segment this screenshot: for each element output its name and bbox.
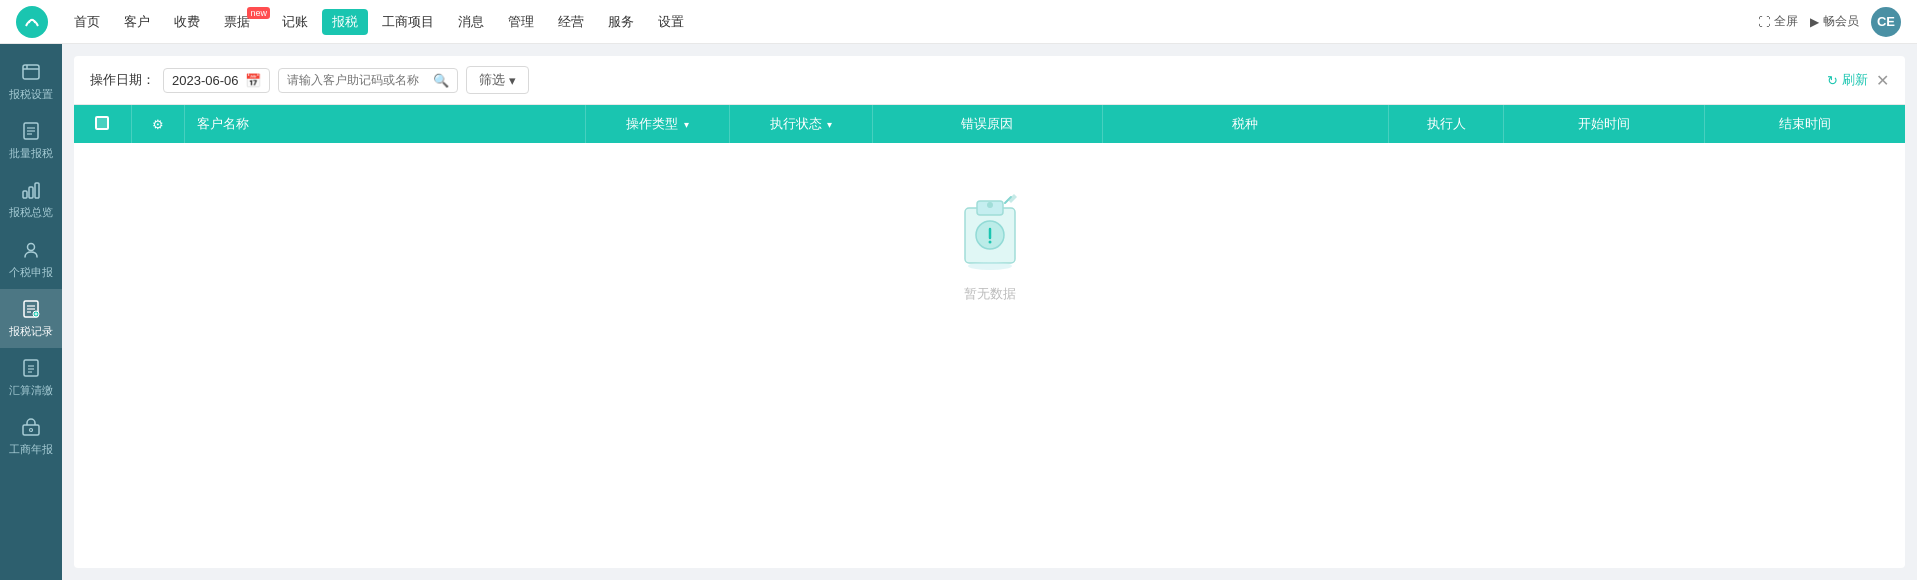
sort-icon-status: ▾ (827, 119, 832, 130)
sidebar-item-annual-report[interactable]: 工商年报 (0, 407, 62, 466)
refresh-icon: ↻ (1827, 73, 1838, 88)
annual-report-icon (21, 417, 41, 440)
member-btn[interactable]: ▶ 畅会员 (1810, 13, 1859, 30)
th-start-time: 开始时间 (1503, 105, 1704, 143)
sidebar-item-batch-tax[interactable]: 批量报税 (0, 111, 62, 170)
th-error-reason: 错误原因 (873, 105, 1102, 143)
svg-rect-10 (35, 183, 39, 198)
empty-state: 暂无数据 (74, 143, 1905, 343)
svg-point-33 (968, 262, 1012, 270)
date-filter-label: 操作日期： (90, 71, 155, 89)
svg-rect-1 (23, 65, 39, 79)
search-wrapper: 🔍 (278, 68, 458, 93)
annual-settlement-icon (21, 358, 41, 381)
nav-items: 首页 客户 收费 票据 new 记账 报税 工商项目 消息 管理 经营 服务 设… (64, 9, 1758, 35)
th-end-time: 结束时间 (1704, 105, 1905, 143)
filter-bar: 操作日期： 2023-06-06 📅 🔍 筛选 ▾ ↻ 刷新 ✕ (74, 56, 1905, 105)
member-icon: ▶ (1810, 15, 1819, 29)
member-label: 畅会员 (1823, 13, 1859, 30)
content-area: 操作日期： 2023-06-06 📅 🔍 筛选 ▾ ↻ 刷新 ✕ (62, 44, 1917, 580)
svg-rect-8 (23, 191, 27, 198)
sidebar-label-tax-record: 报税记录 (9, 325, 53, 338)
th-tax-type: 税种 (1102, 105, 1389, 143)
chevron-down-icon: ▾ (509, 73, 516, 88)
nav-tax[interactable]: 报税 (322, 9, 368, 35)
date-value: 2023-06-06 (172, 73, 239, 88)
table-wrapper: ⚙ 客户名称 操作类型 ▾ 执行状态 ▾ 错误原因 税种 执行人 开始时间 结束… (74, 105, 1905, 568)
main-layout: 报税设置 批量报税 报税总览 (0, 44, 1917, 580)
nav-operation[interactable]: 经营 (548, 9, 594, 35)
refresh-button[interactable]: ↻ 刷新 (1827, 71, 1868, 89)
batch-tax-icon (21, 121, 41, 144)
tax-record-icon (21, 299, 41, 322)
sidebar-item-tax-record[interactable]: 报税记录 (0, 289, 62, 348)
sidebar-label-annual-report: 工商年报 (9, 443, 53, 456)
nav-manage[interactable]: 管理 (498, 9, 544, 35)
sidebar-item-tax-overview[interactable]: 报税总览 (0, 170, 62, 229)
sidebar-label-tax-overview: 报税总览 (9, 206, 53, 219)
th-executor: 执行人 (1389, 105, 1504, 143)
svg-point-30 (988, 241, 991, 244)
search-icon: 🔍 (433, 73, 449, 88)
date-picker[interactable]: 2023-06-06 📅 (163, 68, 270, 93)
app-logo[interactable] (16, 6, 48, 38)
sort-icon-operation: ▾ (684, 119, 689, 130)
sidebar-item-individual-tax[interactable]: 个税申报 (0, 230, 62, 289)
new-badge: new (247, 7, 270, 19)
svg-point-27 (987, 202, 993, 208)
nav-fee[interactable]: 收费 (164, 9, 210, 35)
individual-tax-icon (21, 240, 41, 263)
svg-point-24 (30, 429, 33, 432)
th-customer-name: 客户名称 (184, 105, 585, 143)
empty-illustration (945, 183, 1035, 273)
nav-message[interactable]: 消息 (448, 9, 494, 35)
nav-service[interactable]: 服务 (598, 9, 644, 35)
fullscreen-btn[interactable]: ⛶ 全屏 (1758, 13, 1798, 30)
nav-business[interactable]: 工商项目 (372, 9, 444, 35)
svg-point-11 (28, 243, 35, 250)
tax-settings-icon (21, 62, 41, 85)
th-checkbox[interactable] (74, 105, 131, 143)
nav-settings[interactable]: 设置 (648, 9, 694, 35)
filter-button[interactable]: 筛选 ▾ (466, 66, 529, 94)
top-nav: 首页 客户 收费 票据 new 记账 报税 工商项目 消息 管理 经营 服务 设… (0, 0, 1917, 44)
calendar-icon: 📅 (245, 73, 261, 88)
sidebar-label-annual-settlement: 汇算清缴 (9, 384, 53, 397)
th-operation-type[interactable]: 操作类型 ▾ (586, 105, 729, 143)
fullscreen-icon: ⛶ (1758, 15, 1770, 29)
empty-text: 暂无数据 (964, 285, 1016, 303)
sidebar-item-annual-settlement[interactable]: 汇算清缴 (0, 348, 62, 407)
svg-point-0 (16, 6, 48, 38)
sidebar-label-individual-tax: 个税申报 (9, 266, 53, 279)
th-settings[interactable]: ⚙ (131, 105, 184, 143)
nav-accounting[interactable]: 记账 (272, 9, 318, 35)
th-exec-status[interactable]: 执行状态 ▾ (729, 105, 872, 143)
records-table: ⚙ 客户名称 操作类型 ▾ 执行状态 ▾ 错误原因 税种 执行人 开始时间 结束… (74, 105, 1905, 343)
sidebar: 报税设置 批量报税 报税总览 (0, 44, 62, 580)
fullscreen-label: 全屏 (1774, 13, 1798, 30)
filter-label-text: 筛选 (479, 71, 505, 89)
search-input[interactable] (287, 73, 433, 87)
sidebar-label-tax-settings: 报税设置 (9, 88, 53, 101)
nav-customer[interactable]: 客户 (114, 9, 160, 35)
tax-overview-icon (21, 180, 41, 203)
close-button[interactable]: ✕ (1876, 71, 1889, 90)
svg-rect-19 (24, 360, 38, 376)
nav-invoice[interactable]: 票据 new (214, 9, 268, 35)
sidebar-label-batch-tax: 批量报税 (9, 147, 53, 160)
avatar[interactable]: CE (1871, 7, 1901, 37)
svg-rect-9 (29, 187, 33, 198)
select-all-checkbox[interactable] (95, 116, 109, 130)
top-nav-right: ⛶ 全屏 ▶ 畅会员 CE (1758, 7, 1901, 37)
svg-rect-23 (23, 425, 39, 435)
refresh-label: 刷新 (1842, 71, 1868, 89)
nav-home[interactable]: 首页 (64, 9, 110, 35)
sidebar-item-tax-settings[interactable]: 报税设置 (0, 52, 62, 111)
